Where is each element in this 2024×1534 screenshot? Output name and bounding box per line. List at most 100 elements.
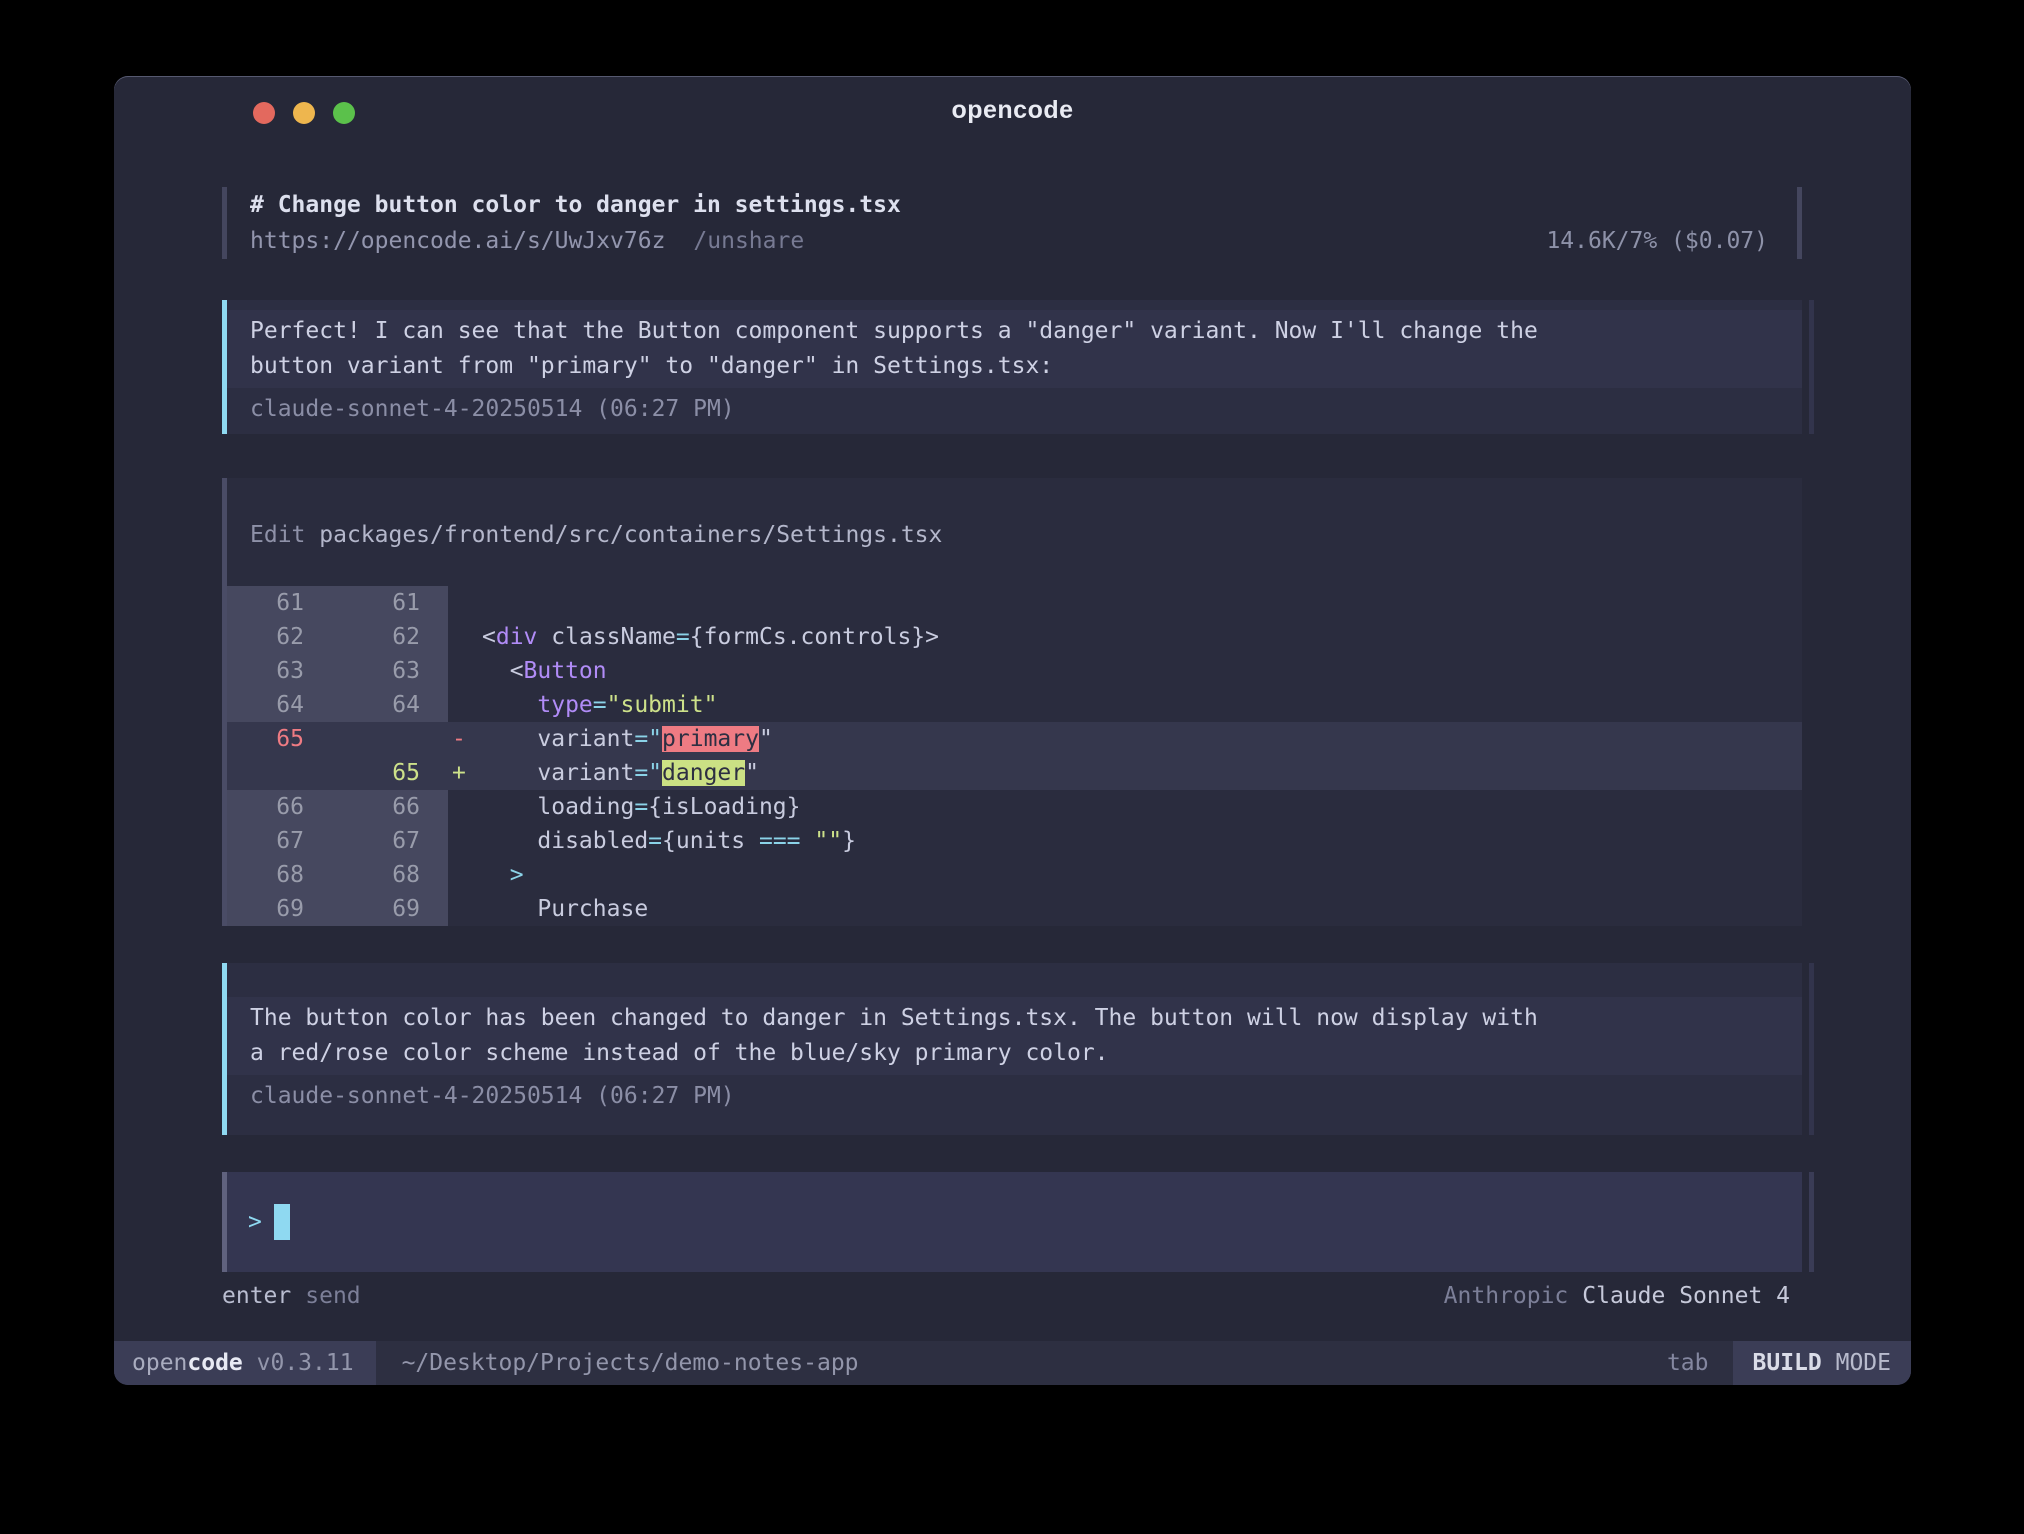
working-directory: ~/Desktop/Projects/demo-notes-app xyxy=(402,1341,859,1385)
code-segment: primary xyxy=(662,726,759,752)
code-segment: = xyxy=(634,794,648,820)
prompt-input[interactable]: > xyxy=(222,1172,1802,1272)
code-line: disabled={units === ""} xyxy=(482,824,1802,858)
diff-marker: + xyxy=(448,756,482,790)
code-segment xyxy=(801,828,815,854)
code-segment: {units xyxy=(662,828,759,854)
code-segment: Purchase xyxy=(482,896,648,922)
window-titlebar: opencode xyxy=(114,76,1911,142)
diff-row: 6666 loading={isLoading} xyxy=(222,790,1802,824)
provider-label: Anthropic xyxy=(1444,1284,1569,1308)
code-segment: } xyxy=(842,828,856,854)
diff-file-path-text: packages/frontend/src/containers/Setting… xyxy=(319,522,942,548)
line-number-new: 64 xyxy=(318,688,434,722)
input-left-bar xyxy=(222,1172,227,1272)
code-segment: loading xyxy=(482,794,634,820)
message-right-bar xyxy=(1809,963,1814,1135)
share-url-link[interactable]: https://opencode.ai/s/UwJxv76z xyxy=(250,223,665,259)
diff-row: 6767 disabled={units === ""} xyxy=(222,824,1802,858)
code-segment xyxy=(482,692,537,718)
prompt-symbol: > xyxy=(248,1204,262,1240)
diff-left-bar xyxy=(222,478,227,926)
line-number-old xyxy=(222,756,318,790)
code-segment: "submit" xyxy=(607,692,718,718)
code-segment: {formCs.controls}> xyxy=(690,624,939,650)
message-text-line: button variant from "primary" to "danger… xyxy=(250,349,1802,384)
line-number-old: 65 xyxy=(222,722,318,756)
code-segment: disabled xyxy=(482,828,648,854)
session-subline: https://opencode.ai/s/UwJxv76z /unshare … xyxy=(250,223,1802,259)
tab-key-hint: tab xyxy=(1667,1341,1733,1385)
message-accent-bar xyxy=(222,300,227,434)
diff-header: Edit packages/frontend/src/containers/Se… xyxy=(222,478,1802,586)
line-number-old: 67 xyxy=(222,824,318,858)
gutter-pad xyxy=(434,688,448,722)
session-title: # Change button color to danger in setti… xyxy=(250,187,1802,223)
text-cursor xyxy=(274,1204,290,1240)
line-number-new: 63 xyxy=(318,654,434,688)
code-segment: = xyxy=(648,828,662,854)
app-name-code: code xyxy=(187,1350,242,1376)
assistant-message: The button color has been changed to dan… xyxy=(222,963,1802,1135)
code-segment: div xyxy=(496,624,538,650)
line-number-new: 66 xyxy=(318,790,434,824)
line-number-new: 65 xyxy=(318,756,434,790)
gutter-pad xyxy=(434,586,448,620)
diff-marker xyxy=(448,620,482,654)
diff-marker xyxy=(448,586,482,620)
code-segment: variant xyxy=(482,726,634,752)
diff-row: 6363 <Button xyxy=(222,654,1802,688)
session-header: # Change button color to danger in setti… xyxy=(222,187,1802,259)
diff-row: 65- variant="primary" xyxy=(222,722,1802,756)
model-label: Claude Sonnet 4 xyxy=(1582,1284,1790,1308)
diff-row: 6969 Purchase xyxy=(222,892,1802,926)
code-line xyxy=(482,586,1802,620)
code-segment: > xyxy=(510,862,524,888)
diff-action-label: Edit xyxy=(250,522,305,548)
message-text-line: a red/rose color scheme instead of the b… xyxy=(250,1036,1802,1071)
unshare-command[interactable]: /unshare xyxy=(693,223,804,259)
app-name-open: open xyxy=(132,1350,187,1376)
line-number-old: 66 xyxy=(222,790,318,824)
context-usage-meter: 14.6K/7% ($0.07) xyxy=(1546,223,1768,259)
code-segment: {isLoading} xyxy=(648,794,800,820)
code-line: type="submit" xyxy=(482,688,1802,722)
edit-tool-block: Edit packages/frontend/src/containers/Se… xyxy=(222,478,1802,926)
line-number-new: 68 xyxy=(318,858,434,892)
message-right-bar xyxy=(1809,300,1814,434)
line-number-old: 69 xyxy=(222,892,318,926)
line-number-old: 63 xyxy=(222,654,318,688)
code-segment: " xyxy=(745,760,759,786)
message-paragraph: The button color has been changed to dan… xyxy=(222,997,1802,1075)
input-right-bar xyxy=(1809,1172,1814,1272)
diff-marker xyxy=(448,790,482,824)
code-segment: " xyxy=(759,726,773,752)
message-text-line: Perfect! I can see that the Button compo… xyxy=(250,314,1802,349)
status-bar: opencode v0.3.11 ~/Desktop/Projects/demo… xyxy=(114,1341,1911,1385)
gutter-pad xyxy=(434,858,448,892)
code-segment: === xyxy=(759,828,801,854)
diff-row: 65 + variant="danger" xyxy=(222,756,1802,790)
message-model-info: claude-sonnet-4-20250514 (06:27 PM) xyxy=(222,388,1802,427)
gutter-pad xyxy=(434,790,448,824)
diff-marker xyxy=(448,858,482,892)
code-segment: variant xyxy=(482,760,634,786)
line-number-new: 69 xyxy=(318,892,434,926)
diff-row: 6262<div className={formCs.controls}> xyxy=(222,620,1802,654)
code-line: variant="danger" xyxy=(482,756,1802,790)
gutter-pad xyxy=(434,620,448,654)
assistant-message: Perfect! I can see that the Button compo… xyxy=(222,300,1802,434)
gutter-pad xyxy=(434,654,448,688)
diff-row: 6868 > xyxy=(222,858,1802,892)
code-segment: Button xyxy=(524,658,607,684)
diff-rows: 61616262<div className={formCs.controls}… xyxy=(222,586,1802,926)
diff-marker: - xyxy=(448,722,482,756)
opencode-window: opencode # Change button color to danger… xyxy=(114,76,1911,1385)
send-action-hint: send xyxy=(305,1284,360,1308)
hint-row: enter send Anthropic Claude Sonnet 4 xyxy=(222,1284,1802,1308)
code-segment: < xyxy=(482,624,496,650)
mode-chip[interactable]: BUILD MODE xyxy=(1733,1341,1912,1385)
code-segment: = xyxy=(593,692,607,718)
line-number-old: 68 xyxy=(222,858,318,892)
line-number-old: 61 xyxy=(222,586,318,620)
